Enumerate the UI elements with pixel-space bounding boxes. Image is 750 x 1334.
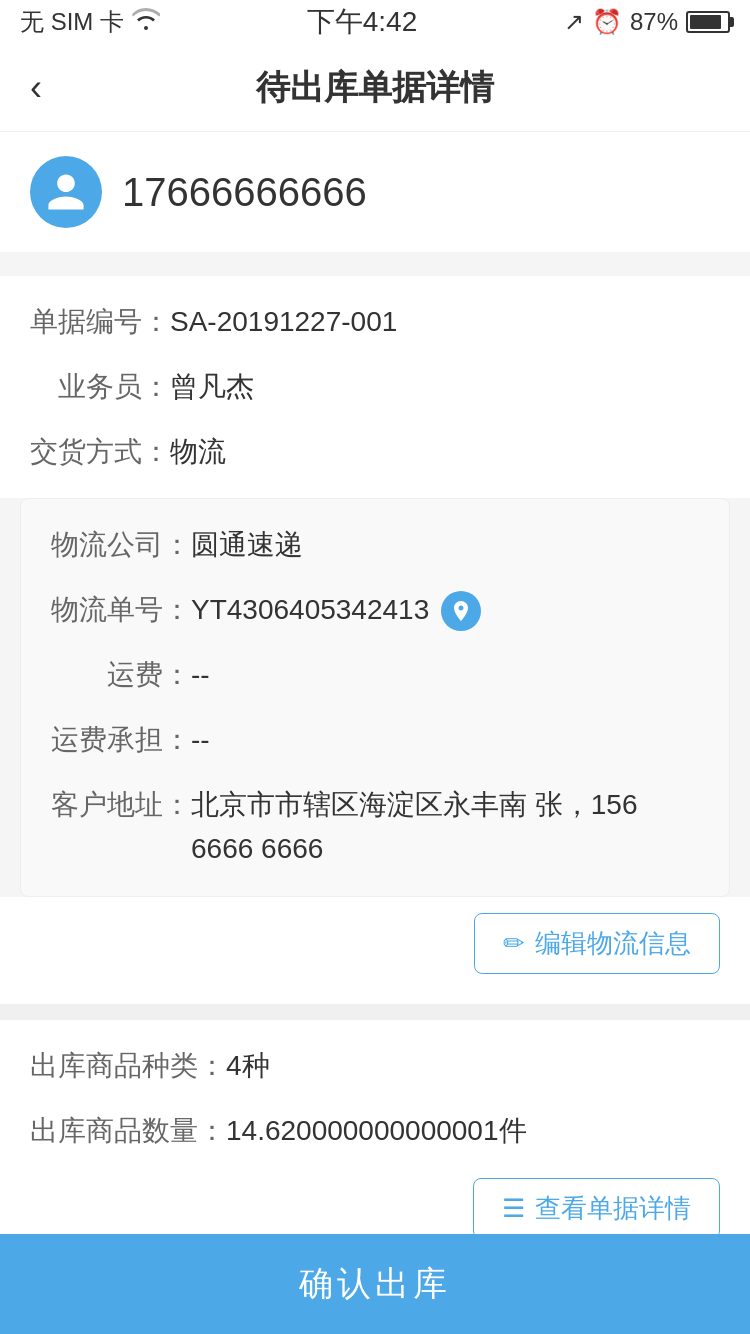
status-right: ↗ ⏰ 87% [564,8,730,36]
status-bar: 无 SIM 卡 下午4:42 ↗ ⏰ 87% [0,0,750,44]
location-status-icon: ↗ [564,8,584,36]
list-icon: ☰ [502,1193,525,1224]
view-details-button[interactable]: ☰ 查看单据详情 [473,1178,720,1239]
goods-section: 出库商品种类： 4种 出库商品数量： 14.620000000000001件 ☰… [0,1020,750,1263]
goods-quantity-row: 出库商品数量： 14.620000000000001件 [30,1109,720,1154]
goods-types-value: 4种 [226,1044,720,1089]
back-button[interactable]: ‹ [30,67,42,109]
status-left: 无 SIM 卡 [20,6,160,38]
user-card: 17666666666 [0,132,750,252]
logistics-company-value: 圆通速递 [191,523,699,568]
carrier-text: 无 SIM 卡 [20,6,124,38]
user-avatar [30,156,102,228]
freight-bearer-label: 运费承担： [51,718,191,763]
edit-btn-container: ✏ 编辑物流信息 [0,897,750,1004]
address-row: 客户地址： 北京市市辖区海淀区永丰南 张，156 6666 6666 [51,783,699,873]
freight-bearer-value: -- [191,718,699,763]
view-details-btn-container: ☰ 查看单据详情 [30,1178,720,1239]
doc-info-section: 单据编号： SA-20191227-001 业务员： 曾凡杰 交货方式： 物流 [0,276,750,498]
logistics-company-row: 物流公司： 圆通速递 [51,523,699,568]
edit-logistics-button[interactable]: ✏ 编辑物流信息 [474,913,720,974]
address-label: 客户地址： [51,783,191,828]
delivery-row: 交货方式： 物流 [30,430,720,475]
view-details-label: 查看单据详情 [535,1191,691,1226]
goods-quantity-value: 14.620000000000001件 [226,1109,720,1154]
logistics-tracking-label: 物流单号： [51,588,191,633]
nav-bar: ‹ 待出库单据详情 [0,44,750,132]
address-value: 北京市市辖区海淀区永丰南 张，156 6666 6666 [191,783,699,873]
battery-icon [686,11,730,33]
status-time: 下午4:42 [307,3,418,41]
goods-types-label: 出库商品种类： [30,1044,226,1089]
logistics-tracking-value: YT4306405342413 [191,588,699,633]
salesman-label: 业务员： [30,365,170,410]
map-pin-icon[interactable] [441,591,481,631]
logistics-card: 物流公司： 圆通速递 物流单号： YT4306405342413 运费： -- … [20,498,730,897]
doc-number-label: 单据编号： [30,300,170,345]
battery-percent: 87% [630,8,678,36]
wifi-icon [132,8,160,36]
alarm-icon: ⏰ [592,8,622,36]
goods-quantity-label: 出库商品数量： [30,1109,226,1154]
freight-value: -- [191,653,699,698]
logistics-tracking-row: 物流单号： YT4306405342413 [51,588,699,633]
freight-row: 运费： -- [51,653,699,698]
section-divider [0,1004,750,1020]
goods-types-row: 出库商品种类： 4种 [30,1044,720,1089]
salesman-value: 曾凡杰 [170,365,720,410]
logistics-company-label: 物流公司： [51,523,191,568]
salesman-row: 业务员： 曾凡杰 [30,365,720,410]
confirm-button-label: 确认出库 [299,1261,451,1307]
delivery-label: 交货方式： [30,430,170,475]
page-title: 待出库单据详情 [256,65,494,111]
user-phone: 17666666666 [122,170,367,215]
freight-label: 运费： [51,653,191,698]
page-content: 17666666666 单据编号： SA-20191227-001 业务员： 曾… [0,132,750,1334]
delivery-value: 物流 [170,430,720,475]
doc-number-value: SA-20191227-001 [170,300,720,345]
doc-number-row: 单据编号： SA-20191227-001 [30,300,720,345]
dashed-divider [0,252,750,260]
freight-bearer-row: 运费承担： -- [51,718,699,763]
edit-icon: ✏ [503,928,525,959]
confirm-button[interactable]: 确认出库 [0,1234,750,1334]
user-icon [44,170,88,214]
edit-logistics-label: 编辑物流信息 [535,926,691,961]
